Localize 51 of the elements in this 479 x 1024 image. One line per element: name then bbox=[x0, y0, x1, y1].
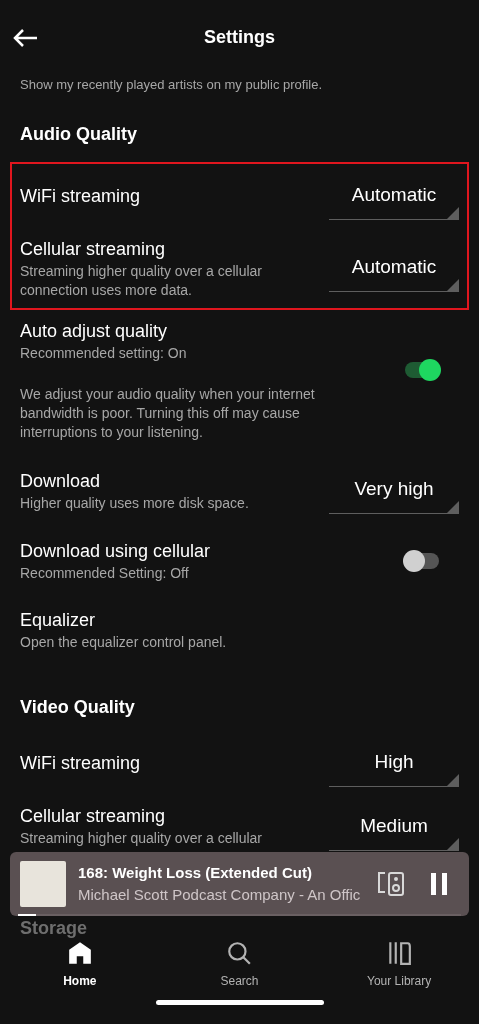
page-title: Settings bbox=[204, 26, 275, 49]
setting-title: Download using cellular bbox=[20, 540, 211, 563]
library-icon bbox=[386, 940, 413, 966]
corner-triangle-icon bbox=[447, 838, 459, 850]
setting-subtitle: Streaming higher quality over a cellular connection uses more data. bbox=[20, 262, 263, 300]
setting-subtitle: Recommended setting: On bbox=[20, 344, 187, 363]
setting-title: Auto adjust quality bbox=[20, 320, 169, 343]
setting-row[interactable]: Equalizer Open the equalizer control panel. bbox=[10, 599, 469, 660]
toggle-switch[interactable] bbox=[403, 549, 441, 572]
corner-triangle-icon bbox=[447, 207, 459, 219]
devices-icon[interactable] bbox=[377, 870, 407, 898]
nav-tab[interactable]: Search bbox=[179, 940, 300, 990]
quality-dropdown[interactable]: Medium bbox=[329, 803, 459, 851]
back-arrow-icon[interactable] bbox=[12, 28, 38, 48]
setting-row[interactable]: Auto adjust quality Recommended setting: On We adjust your audio quality when your internet bandwidth is poor. Turning this off may cause interruptions to your listening. bbox=[10, 310, 469, 450]
corner-triangle-icon bbox=[447, 501, 459, 513]
setting-row[interactable]: Cellular streaming Streaming higher quality over a cellular Medium bbox=[10, 803, 469, 852]
home-icon bbox=[66, 940, 93, 966]
corner-triangle-icon bbox=[447, 279, 459, 291]
setting-subtitle: Streaming higher quality over a cellular bbox=[20, 829, 262, 848]
track-title: 168: Weight Loss (Extended Cut) bbox=[78, 862, 313, 883]
setting-row[interactable]: Download using cellular Recommended Setting: Off bbox=[10, 530, 469, 591]
section-heading: Storage bbox=[19, 918, 89, 938]
corner-triangle-icon bbox=[447, 774, 459, 786]
search-icon bbox=[226, 940, 253, 966]
quality-dropdown[interactable]: High bbox=[329, 739, 459, 787]
setting-subtitle: Open the equalizer control panel. bbox=[20, 633, 227, 652]
setting-subtitle: Higher quality uses more disk space. bbox=[20, 493, 249, 513]
nav-tab[interactable]: Home bbox=[19, 940, 140, 990]
setting-title: WiFi streaming bbox=[20, 752, 140, 775]
quality-dropdown[interactable]: Automatic bbox=[329, 244, 459, 292]
setting-subtitle: Recommended Setting: Off bbox=[20, 564, 190, 583]
setting-title: Cellular streaming bbox=[20, 805, 167, 828]
artwork-placeholder bbox=[20, 861, 66, 907]
setting-title: Equalizer bbox=[20, 609, 97, 632]
section-heading: Video Quality bbox=[19, 696, 136, 719]
nav-tab[interactable]: Your Library bbox=[339, 940, 460, 990]
section-heading: Audio Quality bbox=[19, 123, 138, 146]
setting-title: Cellular streaming bbox=[20, 238, 167, 261]
pause-icon[interactable] bbox=[431, 873, 447, 895]
quality-dropdown[interactable]: Automatic bbox=[329, 172, 459, 220]
mini-player[interactable]: 168: Weight Loss (Extended Cut) Michael Scott Podcast Company - An Offic bbox=[10, 852, 469, 916]
toggle-switch[interactable] bbox=[403, 359, 441, 381]
setting-subtitle: Show my recently played artists on my public profile. bbox=[19, 76, 323, 93]
setting-row[interactable]: WiFi streaming High bbox=[10, 731, 469, 795]
setting-title: Download bbox=[20, 469, 102, 493]
setting-row[interactable]: Download Higher quality uses more disk space. Very high bbox=[10, 458, 469, 522]
quality-dropdown[interactable]: Very high bbox=[329, 466, 459, 514]
setting-title: WiFi streaming bbox=[20, 185, 140, 208]
track-artist: Michael Scott Podcast Company - An Offic bbox=[78, 885, 362, 905]
setting-description: We adjust your audio quality when your internet bandwidth is poor. Turning this off may cause interruptions to your listening. bbox=[20, 385, 316, 442]
